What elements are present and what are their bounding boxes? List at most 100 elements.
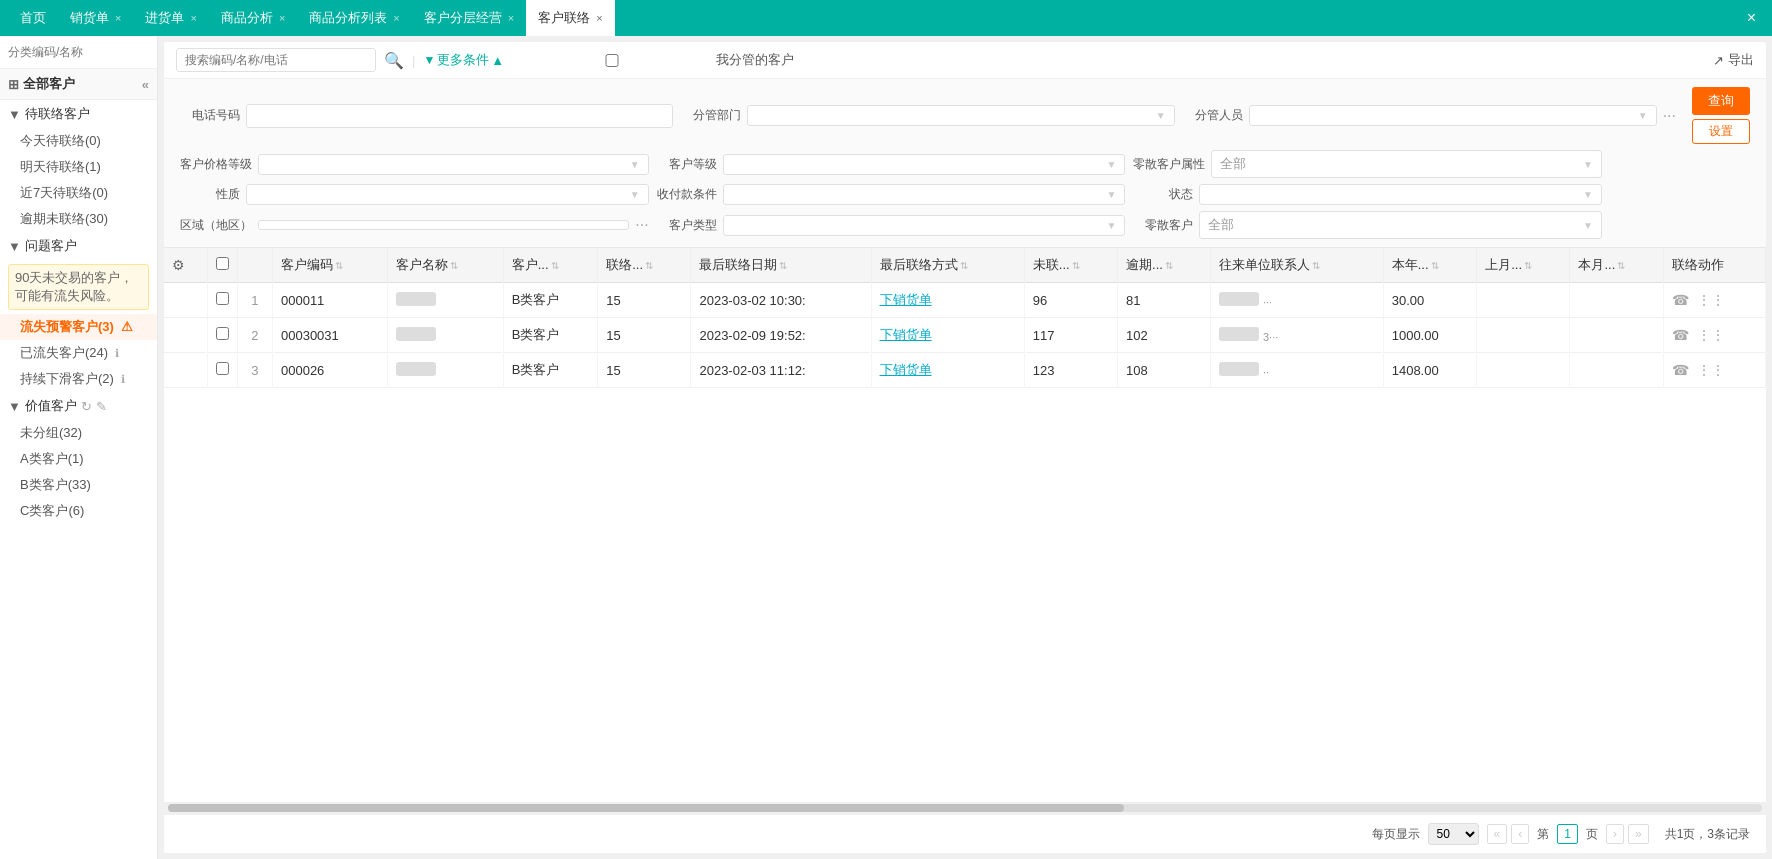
type-sort[interactable]: ⇅: [551, 260, 559, 271]
sidebar-item-b-class[interactable]: B类客户(33): [0, 472, 157, 498]
nav-item-sales[interactable]: 销货单 ×: [58, 0, 133, 36]
search-button[interactable]: 🔍: [384, 51, 404, 70]
all-customers-header[interactable]: ⊞ 全部客户 «: [0, 69, 157, 100]
gear-header[interactable]: ⚙: [164, 248, 207, 283]
nav-item-purchase[interactable]: 进货单 ×: [133, 0, 208, 36]
row2-menu-icon[interactable]: ⋮⋮: [1697, 327, 1725, 343]
row2-type: B类客户: [503, 318, 597, 353]
manager-more[interactable]: ···: [1663, 107, 1676, 125]
refresh-icon[interactable]: ↻: [81, 399, 92, 414]
manager-select[interactable]: ▼: [1249, 105, 1657, 126]
sidebar-item-a-class[interactable]: A类客户(1): [0, 446, 157, 472]
sidebar-item-c-class[interactable]: C类客户(6): [0, 498, 157, 524]
sidebar-item-churned[interactable]: 已流失客户(24) ℹ: [0, 340, 157, 366]
row2-name-blurred: [396, 327, 436, 341]
nav-item-home[interactable]: 首页: [8, 0, 58, 36]
phone-input[interactable]: [246, 104, 673, 128]
collapse-icon[interactable]: «: [142, 77, 149, 92]
chevron-up-icon: ▲: [491, 53, 504, 68]
uncontacted-sort[interactable]: ⇅: [1072, 260, 1080, 271]
table-gear-icon[interactable]: ⚙: [172, 257, 185, 273]
my-customers-checkbox[interactable]: [512, 54, 712, 67]
row1-menu-icon[interactable]: ⋮⋮: [1697, 292, 1725, 308]
close-analysis-icon[interactable]: ×: [279, 12, 285, 24]
row2-num: 2: [237, 318, 272, 353]
close-segment-icon[interactable]: ×: [508, 12, 514, 24]
section-problem-customers[interactable]: ▼ 问题客户: [0, 232, 157, 260]
row3-select[interactable]: [216, 362, 229, 375]
last-page-btn[interactable]: »: [1628, 824, 1649, 844]
export-button[interactable]: ↗ 导出: [1713, 51, 1754, 69]
page-size-select[interactable]: 50 100 200: [1428, 823, 1479, 845]
section-arrow-3: ▼: [8, 399, 21, 414]
scatter-select[interactable]: 全部 ▼: [1199, 211, 1602, 239]
method-sort[interactable]: ⇅: [960, 260, 968, 271]
scroll-track[interactable]: [168, 804, 1762, 812]
row3-menu-icon[interactable]: ⋮⋮: [1697, 362, 1725, 378]
row1-phone-icon[interactable]: ☎: [1672, 292, 1689, 308]
row3-phone-icon[interactable]: ☎: [1672, 362, 1689, 378]
payment-select[interactable]: ▼: [723, 184, 1126, 205]
row1-name-blurred: [396, 292, 436, 306]
table-area: ⚙ 客户编码⇅ 客户名称⇅ 客户...⇅ 联络...⇅ 最后联络日期⇅ 最后联络…: [164, 248, 1766, 802]
settings-button[interactable]: 设置: [1692, 119, 1750, 144]
sidebar-search-input[interactable]: [8, 45, 158, 59]
select-all-checkbox[interactable]: [216, 257, 229, 270]
row2-phone-icon[interactable]: ☎: [1672, 327, 1689, 343]
nav-item-customer-contact[interactable]: 客户联络 ×: [526, 0, 614, 36]
more-conditions-btn[interactable]: ▼ 更多条件 ▲: [423, 51, 504, 69]
region-more[interactable]: ···: [635, 216, 648, 234]
sidebar-item-churn-warning[interactable]: 流失预警客户(3) ⚠: [0, 314, 157, 340]
dept-select[interactable]: ▼: [747, 105, 1174, 126]
row2-select[interactable]: [216, 327, 229, 340]
horizontal-scrollbar[interactable]: [164, 802, 1766, 814]
overdue-sort[interactable]: ⇅: [1165, 260, 1173, 271]
query-button[interactable]: 查询: [1692, 87, 1750, 115]
row1-liaison-blurred: [1219, 292, 1259, 306]
thismonth-sort[interactable]: ⇅: [1617, 260, 1625, 271]
sidebar-item-overdue[interactable]: 逾期未联络(30): [0, 206, 157, 232]
sidebar-item-7days[interactable]: 近7天待联络(0): [0, 180, 157, 206]
close-contact-icon[interactable]: ×: [596, 12, 602, 24]
last-date-header: 最后联络日期⇅: [691, 248, 871, 283]
close-analysis-list-icon[interactable]: ×: [393, 12, 399, 24]
close-all-tabs[interactable]: ×: [1739, 9, 1764, 27]
edit-icon[interactable]: ✎: [96, 399, 107, 414]
next-page-btn[interactable]: ›: [1606, 824, 1624, 844]
nature-select[interactable]: ▼: [246, 184, 649, 205]
customer-type-select[interactable]: ▼: [723, 215, 1126, 236]
prev-page-btn[interactable]: ‹: [1511, 824, 1529, 844]
row1-select[interactable]: [216, 292, 229, 305]
nav-item-analysis[interactable]: 商品分析 ×: [209, 0, 297, 36]
nav-item-customer-segment[interactable]: 客户分层经营 ×: [412, 0, 526, 36]
close-purchase-icon[interactable]: ×: [190, 12, 196, 24]
nav-item-analysis-list[interactable]: 商品分析列表 ×: [297, 0, 411, 36]
region-select[interactable]: [258, 220, 629, 230]
date-sort[interactable]: ⇅: [779, 260, 787, 271]
scatter-attr-select[interactable]: 全部 ▼: [1211, 150, 1602, 178]
table-row: 1 000011 B类客户 15 2023-03-02 10:30: 下销货单 …: [164, 283, 1766, 318]
lastmonth-sort[interactable]: ⇅: [1524, 260, 1532, 271]
row1-contact: 15: [598, 283, 691, 318]
manager-arrow: ▼: [1638, 110, 1648, 121]
close-sales-icon[interactable]: ×: [115, 12, 121, 24]
section-pending-contact[interactable]: ▼ 待联络客户: [0, 100, 157, 128]
thisyear-sort[interactable]: ⇅: [1431, 260, 1439, 271]
customer-level-select[interactable]: ▼: [723, 154, 1126, 175]
price-level-select[interactable]: ▼: [258, 154, 649, 175]
status-select[interactable]: ▼: [1199, 184, 1602, 205]
sidebar-item-tomorrow[interactable]: 明天待联络(1): [0, 154, 157, 180]
scroll-thumb[interactable]: [168, 804, 1124, 812]
section-value-customers[interactable]: ▼ 价值客户 ↻ ✎: [0, 392, 157, 420]
sidebar-item-declining[interactable]: 持续下滑客户(2) ℹ: [0, 366, 157, 392]
liaison-sort[interactable]: ⇅: [1312, 260, 1320, 271]
sidebar-item-today[interactable]: 今天待联络(0): [0, 128, 157, 154]
first-page-btn[interactable]: «: [1487, 824, 1508, 844]
sidebar-item-ungroup[interactable]: 未分组(32): [0, 420, 157, 446]
code-sort[interactable]: ⇅: [335, 260, 343, 271]
search-input[interactable]: [176, 48, 376, 72]
row1-action-icons: ☎ ⋮⋮: [1672, 292, 1757, 308]
contact-sort[interactable]: ⇅: [645, 260, 653, 271]
row2-this-month: [1570, 318, 1663, 353]
name-sort[interactable]: ⇅: [450, 260, 458, 271]
